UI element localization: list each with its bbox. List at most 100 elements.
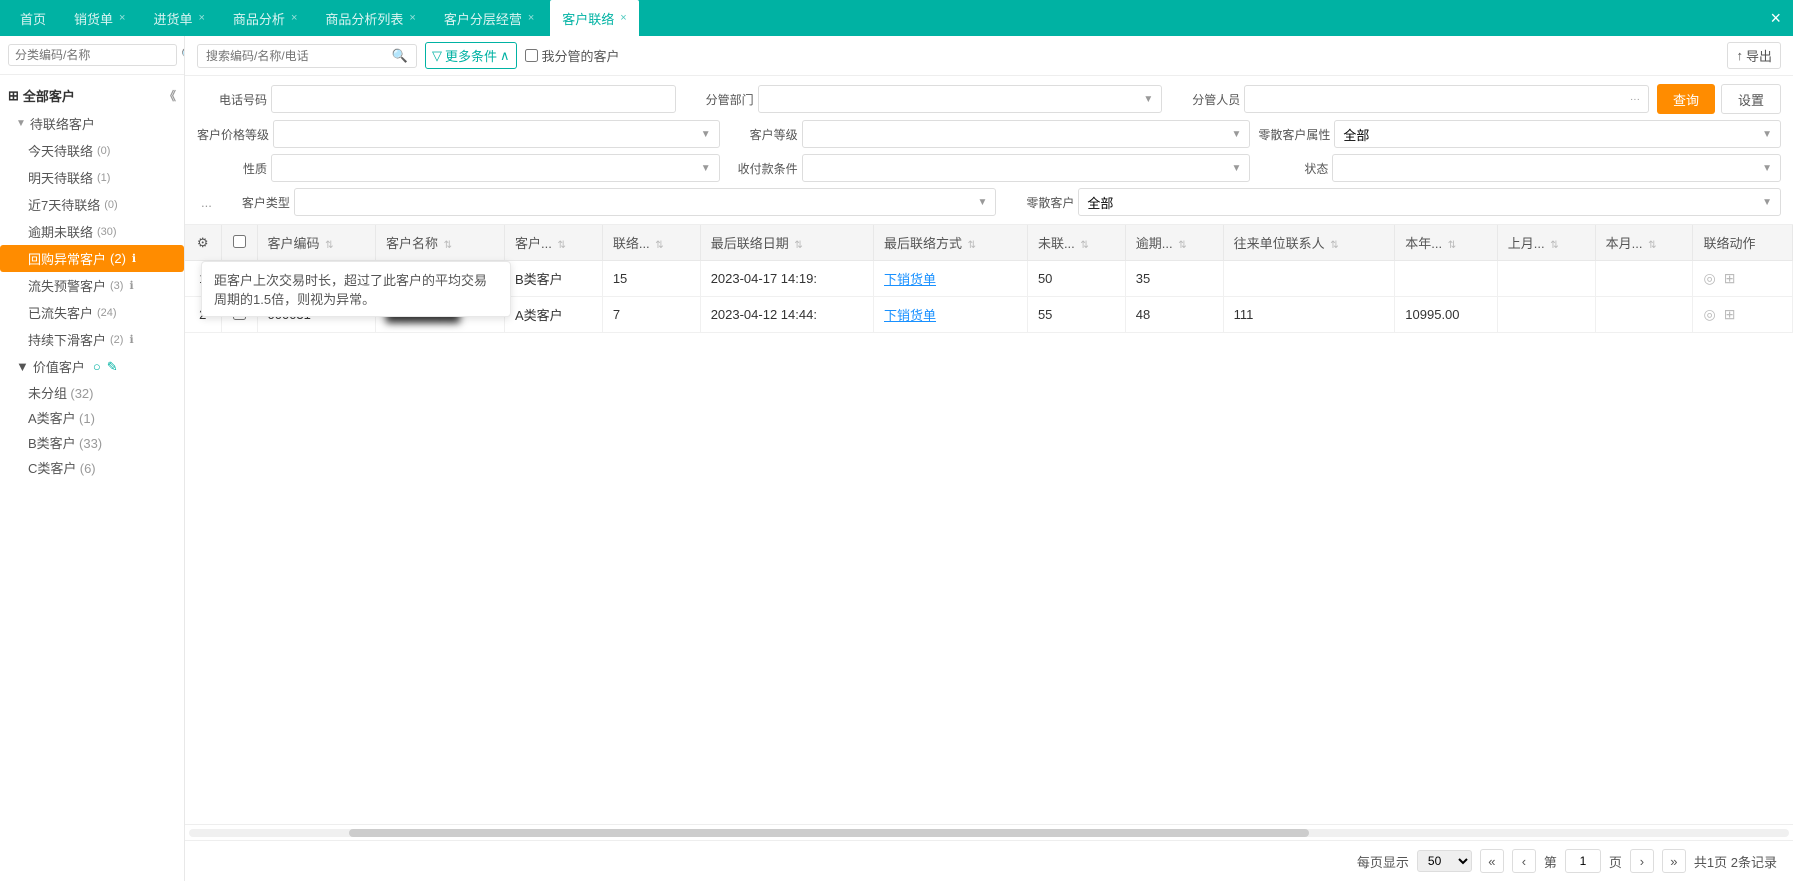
content-area: 距客户上次交易时长，超过了此客户的平均交易周期的1.5倍，则视为异常。 🔍 ▽ …	[185, 36, 1793, 881]
per-page-select[interactable]: 50 100 200	[1417, 850, 1472, 872]
close-segment-tab[interactable]: ×	[528, 12, 534, 24]
sort-this-month-icon[interactable]: ⇅	[1648, 240, 1656, 251]
filter-more-dots[interactable]: ...	[201, 195, 212, 210]
sort-uncontacted-icon[interactable]: ⇅	[1080, 240, 1088, 251]
value-customer-section[interactable]: ▼ 价值客户 ○ ✎	[0, 353, 184, 380]
value-customer-edit-icon[interactable]: ○	[93, 359, 101, 374]
export-btn[interactable]: ↑ 导出	[1727, 42, 1781, 69]
td-date-1: 2023-04-17 14:19:	[700, 261, 873, 297]
sort-overdue-icon[interactable]: ⇅	[1178, 240, 1186, 251]
td-uncontacted-2: 55	[1027, 297, 1125, 333]
sidebar-search-input[interactable]	[8, 44, 177, 66]
retail-attr-select[interactable]: 全部 ▼	[1334, 120, 1781, 148]
horizontal-scrollbar[interactable]	[185, 824, 1793, 840]
th-this-month: 本月... ⇅	[1595, 225, 1693, 261]
grade-select[interactable]: ▼	[802, 120, 1251, 148]
query-button[interactable]: 查询	[1657, 84, 1715, 114]
search-input[interactable]	[206, 49, 388, 63]
close-goods-list-tab[interactable]: ×	[409, 12, 415, 24]
tab-sales[interactable]: 销货单 ×	[62, 0, 137, 36]
action-icons-1: ◎ ⊞	[1703, 270, 1782, 287]
sidebar-search-bar: 🔍	[0, 36, 184, 75]
td-method-1: 下销货单	[874, 261, 1028, 297]
sort-contact-icon[interactable]: ⇅	[655, 240, 663, 251]
last-page-btn[interactable]: »	[1662, 849, 1686, 873]
phone-input[interactable]	[271, 85, 676, 113]
sidebar-item-continuous-down[interactable]: 持续下滑客户 (2) ℹ	[0, 326, 184, 353]
sidebar-item-c-customers[interactable]: C类客户 (6)	[0, 455, 184, 480]
sort-partner-icon[interactable]: ⇅	[1330, 240, 1338, 251]
sort-last-month-icon[interactable]: ⇅	[1550, 240, 1558, 251]
gender-select[interactable]: ▼	[271, 154, 720, 182]
td-year-2: 10995.00	[1395, 297, 1497, 333]
payment-select[interactable]: ▼	[802, 154, 1251, 182]
pending-contact-section[interactable]: ▼ 待联络客户	[0, 110, 184, 137]
th-this-year: 本年... ⇅	[1395, 225, 1497, 261]
close-contact-tab[interactable]: ×	[620, 12, 626, 24]
sort-type-icon[interactable]: ⇅	[557, 240, 565, 251]
close-purchase-tab[interactable]: ×	[198, 12, 204, 24]
gear-icon[interactable]: ⚙	[197, 235, 209, 250]
retail-customer-select[interactable]: 全部 ▼	[1078, 188, 1781, 216]
close-all-tabs[interactable]: ×	[1770, 9, 1781, 27]
dept-select[interactable]: ▼	[758, 85, 1163, 113]
my-customers-check-input[interactable]	[525, 49, 538, 62]
value-customer-settings-icon[interactable]: ✎	[107, 359, 118, 375]
page-label: 第	[1544, 852, 1557, 871]
price-grade-select[interactable]: ▼	[273, 120, 720, 148]
more-conditions-btn[interactable]: ▽ 更多条件 ∧	[425, 42, 517, 69]
pagination-bar: 每页显示 50 100 200 « ‹ 第 页 › » 共1页 2条记录	[185, 840, 1793, 881]
th-last-contact-method: 最后联络方式 ⇅	[874, 225, 1028, 261]
action-link-icon-1[interactable]: ◎	[1703, 270, 1715, 287]
prev-page-btn[interactable]: ‹	[1512, 849, 1536, 873]
th-overdue: 逾期... ⇅	[1125, 225, 1223, 261]
sidebar-item-ungrouped[interactable]: 未分组 (32)	[0, 380, 184, 405]
customer-type-select[interactable]: ▼	[294, 188, 997, 216]
first-page-btn[interactable]: «	[1480, 849, 1504, 873]
action-icons-2: ◎ ⊞	[1703, 306, 1782, 323]
search-icon[interactable]: 🔍	[392, 48, 408, 64]
sidebar-item-tomorrow-pending[interactable]: 明天待联络 (1)	[0, 164, 184, 191]
tab-customer-contact[interactable]: 客户联络 ×	[550, 0, 638, 36]
th-check[interactable]	[221, 225, 257, 261]
sidebar-item-repurchase-abnormal[interactable]: 回购异常客户 (2) ℹ	[0, 245, 184, 272]
th-last-month: 上月... ⇅	[1497, 225, 1595, 261]
td-overdue-2: 48	[1125, 297, 1223, 333]
tab-goods-analysis[interactable]: 商品分析 ×	[221, 0, 309, 36]
sidebar-item-7day-pending[interactable]: 近7天待联络 (0)	[0, 191, 184, 218]
tab-purchase[interactable]: 进货单 ×	[141, 0, 216, 36]
sort-date-icon[interactable]: ⇅	[794, 240, 802, 251]
sidebar-item-lost-predicted[interactable]: 流失预警客户 (3) ℹ	[0, 272, 184, 299]
sort-year-icon[interactable]: ⇅	[1448, 240, 1456, 251]
sidebar-item-today-pending[interactable]: 今天待联络 (0)	[0, 137, 184, 164]
action-grid-icon-1[interactable]: ⊞	[1724, 270, 1736, 287]
sidebar-item-overdue-pending[interactable]: 逾期未联络 (30)	[0, 218, 184, 245]
sidebar-item-already-lost[interactable]: 已流失客户 (24)	[0, 299, 184, 326]
sort-method-icon[interactable]: ⇅	[968, 240, 976, 251]
person-select[interactable]: ···	[1244, 85, 1649, 113]
page-number-input[interactable]	[1565, 849, 1601, 873]
scrollbar-track[interactable]	[189, 829, 1789, 837]
filter-row-2: 客户价格等级 ▼ 客户等级 ▼ 零散客户属性 全部	[197, 120, 1781, 148]
sidebar-collapse-btn[interactable]: 《	[164, 87, 176, 104]
scrollbar-thumb[interactable]	[349, 829, 1309, 837]
setting-button[interactable]: 设置	[1721, 84, 1781, 114]
all-customers-header[interactable]: ⊞ 全部客户 《	[0, 81, 184, 110]
action-link-icon-2[interactable]: ◎	[1703, 306, 1715, 323]
select-all-checkbox[interactable]	[233, 235, 246, 248]
sidebar-item-b-customers[interactable]: B类客户 (33)	[0, 430, 184, 455]
status-select[interactable]: ▼	[1332, 154, 1781, 182]
search-bar: 🔍	[197, 44, 417, 68]
action-grid-icon-2[interactable]: ⊞	[1724, 306, 1736, 323]
close-goods-tab[interactable]: ×	[291, 12, 297, 24]
next-page-btn[interactable]: ›	[1630, 849, 1654, 873]
close-sales-tab[interactable]: ×	[119, 12, 125, 24]
tab-goods-list[interactable]: 商品分析列表 ×	[313, 0, 427, 36]
tab-customer-segment[interactable]: 客户分层经营 ×	[432, 0, 546, 36]
sidebar-item-a-customers[interactable]: A类客户 (1)	[0, 405, 184, 430]
sort-name-icon[interactable]: ⇅	[444, 240, 452, 251]
sort-code-icon[interactable]: ⇅	[325, 240, 333, 251]
th-gear[interactable]: ⚙	[185, 225, 221, 261]
tab-home[interactable]: 首页	[8, 0, 58, 36]
my-customers-checkbox[interactable]: 我分管的客户	[525, 46, 620, 65]
